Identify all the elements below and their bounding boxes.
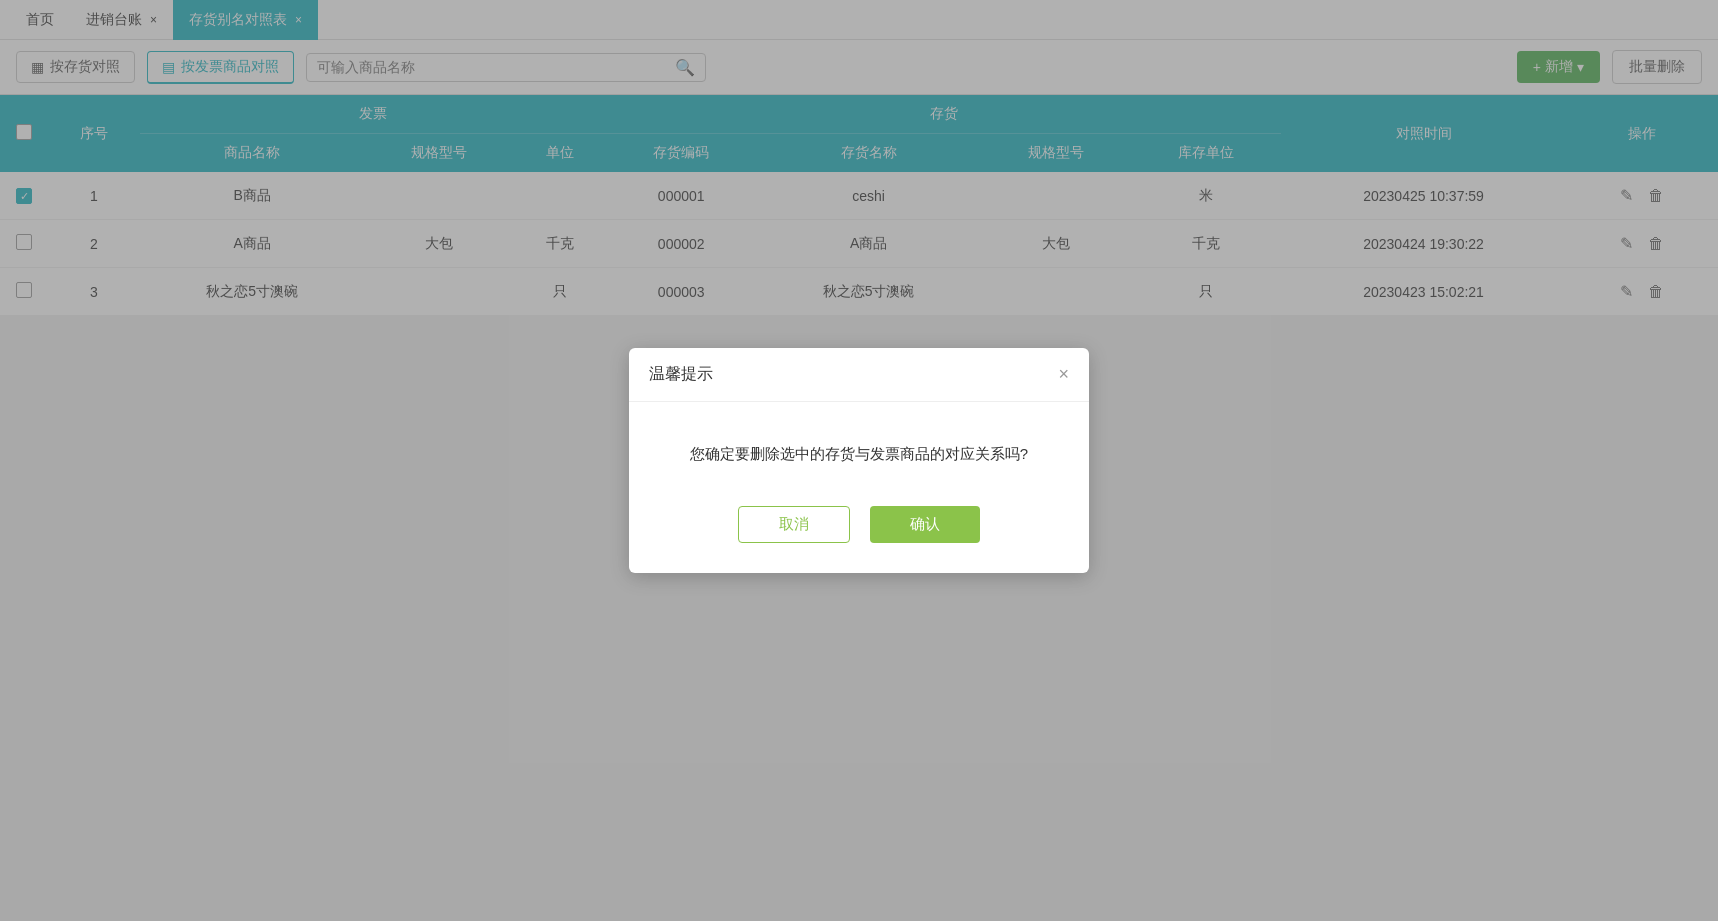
modal-overlay: 温馨提示 × 您确定要删除选中的存货与发票商品的对应关系吗? 取消 确认 [0, 0, 1718, 316]
